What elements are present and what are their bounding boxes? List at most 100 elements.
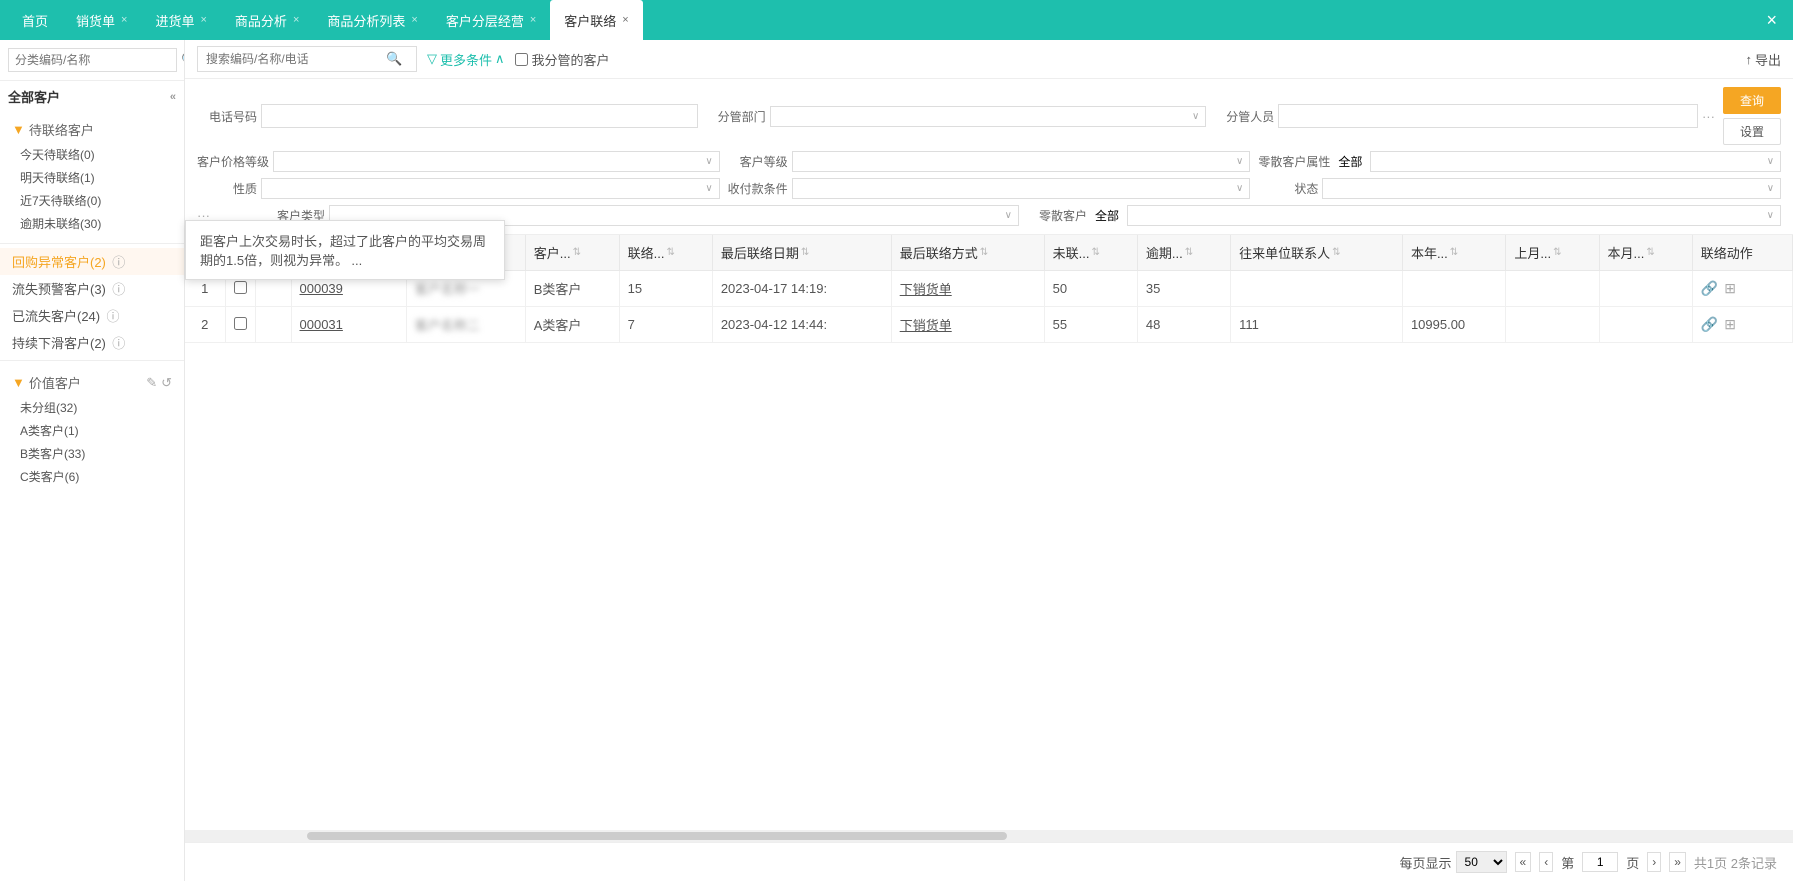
query-button[interactable]: 查询 bbox=[1723, 87, 1781, 114]
per-page-area: 每页显示 20 50 100 bbox=[1400, 851, 1507, 873]
sidebar-item-tomorrow[interactable]: 明天待联络(1) bbox=[0, 166, 184, 189]
sidebar-item-repeat-anomaly[interactable]: 回购异常客户(2) ⓘ bbox=[0, 248, 184, 275]
sidebar-item-loss-warning[interactable]: 流失预警客户(3) ⓘ bbox=[0, 275, 184, 302]
sidebar-item-declining[interactable]: 持续下滑客户(2) ⓘ bbox=[0, 329, 184, 356]
dept-label: 分管部门 bbox=[706, 108, 766, 125]
manager-dots-button[interactable]: ··· bbox=[1702, 109, 1715, 124]
sidebar-collapse-button[interactable]: « bbox=[170, 91, 176, 103]
row2-contact: 7 bbox=[619, 307, 712, 343]
nav-sales[interactable]: 销货单 × bbox=[62, 0, 141, 40]
col-last-method-header: 最后联络方式 ⇅ bbox=[891, 235, 1044, 271]
row1-link-icon[interactable]: 🔗 bbox=[1701, 280, 1718, 297]
value-group-refresh-icon[interactable]: ↺ bbox=[161, 375, 172, 391]
pending-group-label: 待联络客户 bbox=[29, 120, 94, 139]
nav-home[interactable]: 首页 bbox=[8, 0, 62, 40]
per-page-select[interactable]: 20 50 100 bbox=[1456, 851, 1507, 873]
nav-product-analysis[interactable]: 商品分析 × bbox=[221, 0, 313, 40]
retail-customer-select[interactable]: ∨ bbox=[1127, 205, 1781, 226]
last-page-button[interactable]: » bbox=[1669, 852, 1686, 872]
row2-grid-icon[interactable]: ⊞ bbox=[1724, 316, 1736, 333]
my-customers-checkbox[interactable] bbox=[515, 53, 528, 66]
value-group-arrow-icon: ▼ bbox=[12, 375, 25, 390]
dept-caret-icon: ∨ bbox=[1192, 111, 1199, 122]
close-customer-contact-tab[interactable]: × bbox=[622, 14, 628, 26]
row2-not-contact: 55 bbox=[1044, 307, 1137, 343]
more-conditions-button[interactable]: ▽ 更多条件 ∧ bbox=[427, 50, 505, 69]
close-sales-tab[interactable]: × bbox=[121, 14, 127, 26]
nav-customer-tier[interactable]: 客户分层经营 × bbox=[432, 0, 550, 40]
first-page-button[interactable]: « bbox=[1515, 852, 1532, 872]
advanced-filter: 电话号码 分管部门 ∨ 分管人员 ··· bbox=[185, 79, 1793, 235]
payment-select[interactable]: ∨ bbox=[792, 178, 1251, 199]
retail-attr-caret: ∨ bbox=[1767, 156, 1774, 167]
nav-product-analysis-list[interactable]: 商品分析列表 × bbox=[313, 0, 431, 40]
sidebar-item-today[interactable]: 今天待联络(0) bbox=[0, 143, 184, 166]
row1-last-method[interactable]: 下销货单 bbox=[891, 271, 1044, 307]
sidebar-item-overdue[interactable]: 逾期未联络(30) bbox=[0, 212, 184, 235]
close-product-analysis-tab[interactable]: × bbox=[293, 14, 299, 26]
close-purchase-tab[interactable]: × bbox=[200, 14, 206, 26]
nav-purchase[interactable]: 进货单 × bbox=[141, 0, 220, 40]
horizontal-scrollbar[interactable] bbox=[185, 830, 1793, 842]
setting-button[interactable]: 设置 bbox=[1723, 118, 1781, 145]
col-last-date-sort-icon: ⇅ bbox=[801, 247, 809, 258]
table-body: 1 000039 客户名称一 B类客户 15 2023-04-17 14:19:… bbox=[185, 271, 1793, 343]
price-level-label: 客户价格等级 bbox=[197, 153, 269, 170]
close-customer-tier-tab[interactable]: × bbox=[530, 14, 536, 26]
row1-grid-icon[interactable]: ⊞ bbox=[1724, 280, 1736, 297]
phone-input[interactable] bbox=[261, 104, 698, 128]
row1-actions: 🔗 ⊞ bbox=[1692, 271, 1792, 307]
prev-page-button[interactable]: ‹ bbox=[1539, 852, 1553, 872]
value-group-title: ▼ 价值客户 ✎ ↺ bbox=[0, 369, 184, 396]
customer-search-input[interactable] bbox=[206, 52, 386, 66]
all-customers-label[interactable]: 全部客户 bbox=[8, 87, 60, 106]
value-group-label: 价值客户 bbox=[29, 373, 81, 392]
col-last-date-header: 最后联络日期 ⇅ bbox=[712, 235, 891, 271]
tooltip-dots: ... bbox=[351, 253, 362, 268]
declining-info-icon: ⓘ bbox=[112, 336, 125, 351]
row1-checkbox[interactable] bbox=[234, 281, 247, 294]
content-area: 🔍 ▽ 更多条件 ∧ 我分管的客户 ↑ 导出 电话号码 bbox=[185, 40, 1793, 881]
sidebar-item-7days[interactable]: 近7天待联络(0) bbox=[0, 189, 184, 212]
col-last-method-sort-icon: ⇅ bbox=[980, 247, 988, 258]
page-number-input[interactable] bbox=[1582, 852, 1618, 872]
customer-level-select[interactable]: ∨ bbox=[792, 151, 1251, 172]
status-select[interactable]: ∨ bbox=[1322, 178, 1781, 199]
row2-code[interactable]: 000031 bbox=[291, 307, 406, 343]
value-group-expand[interactable]: ▼ 价值客户 bbox=[12, 373, 81, 392]
customer-search-icon[interactable]: 🔍 bbox=[386, 51, 402, 67]
row2-last-method[interactable]: 下销货单 bbox=[891, 307, 1044, 343]
manager-input[interactable] bbox=[1285, 109, 1610, 123]
sidebar-item-ungroup[interactable]: 未分组(32) bbox=[0, 396, 184, 419]
category-search-input[interactable] bbox=[8, 48, 177, 72]
nature-select[interactable]: ∨ bbox=[261, 178, 720, 199]
scroll-thumb[interactable] bbox=[307, 832, 1007, 840]
page-unit-label: 页 bbox=[1626, 853, 1639, 872]
row2-overdue: 48 bbox=[1137, 307, 1230, 343]
dept-select[interactable]: ∨ bbox=[770, 106, 1207, 127]
window-close-button[interactable]: × bbox=[1758, 10, 1785, 31]
col-this-month-header: 本月... ⇅ bbox=[1599, 235, 1692, 271]
next-page-button[interactable]: › bbox=[1647, 852, 1661, 872]
retail-attr-select[interactable]: ∨ bbox=[1370, 151, 1781, 172]
export-button[interactable]: ↑ 导出 bbox=[1745, 50, 1781, 69]
status-field: 状态 ∨ bbox=[1258, 178, 1781, 199]
nav-customer-contact[interactable]: 客户联络 × bbox=[550, 0, 642, 40]
close-product-list-tab[interactable]: × bbox=[411, 14, 417, 26]
customer-type-caret: ∨ bbox=[1005, 210, 1012, 221]
pending-group-title[interactable]: ▼ 待联络客户 bbox=[0, 116, 184, 143]
row2-link-icon[interactable]: 🔗 bbox=[1701, 316, 1718, 333]
row2-checkbox[interactable] bbox=[234, 317, 247, 330]
sidebar-item-a-type[interactable]: A类客户(1) bbox=[0, 419, 184, 442]
sidebar-item-c-type[interactable]: C类客户(6) bbox=[0, 465, 184, 488]
sidebar-search-area: 🔍 bbox=[0, 40, 184, 81]
sidebar-item-lost[interactable]: 已流失客户(24) ⓘ bbox=[0, 302, 184, 329]
row1-company-contact bbox=[1231, 271, 1403, 307]
price-level-select[interactable]: ∨ bbox=[273, 151, 720, 172]
value-group-edit-icon[interactable]: ✎ bbox=[146, 375, 157, 391]
col-last-month-sort-icon: ⇅ bbox=[1553, 247, 1561, 258]
col-this-year-sort-icon: ⇅ bbox=[1450, 247, 1458, 258]
retail-attr-all-label: 全部 bbox=[1338, 153, 1362, 170]
pending-arrow-icon: ▼ bbox=[12, 122, 25, 137]
sidebar-item-b-type[interactable]: B类客户(33) bbox=[0, 442, 184, 465]
